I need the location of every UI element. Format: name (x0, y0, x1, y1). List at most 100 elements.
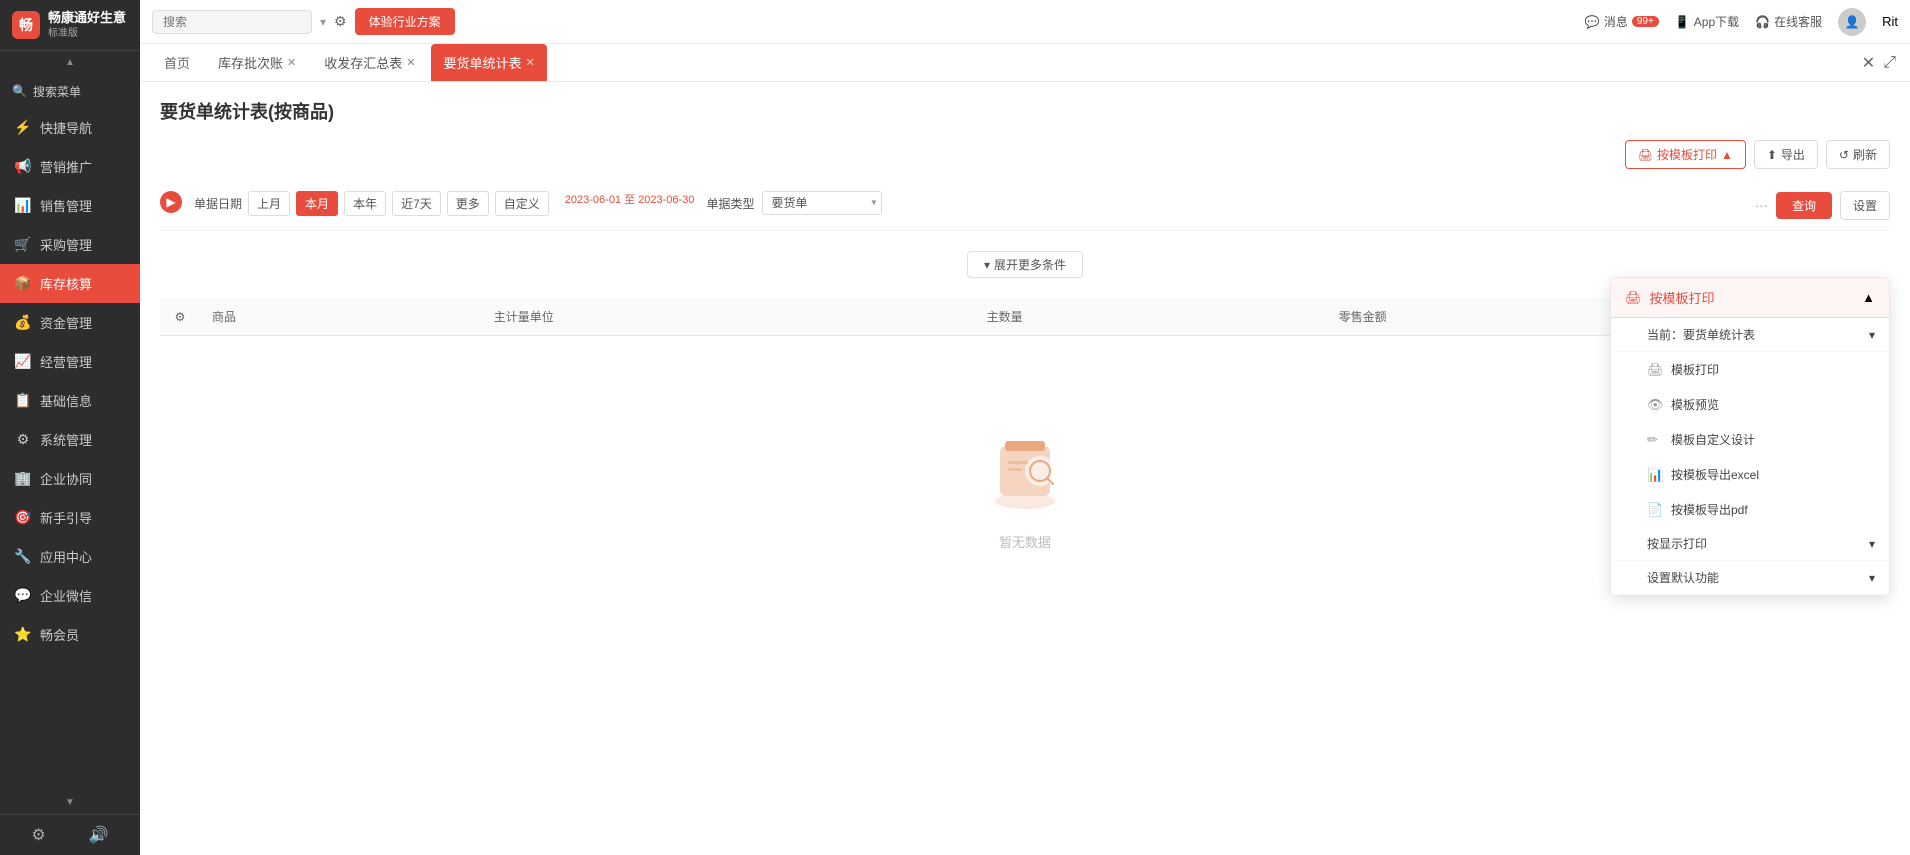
sidebar-item-basic[interactable]: 📋 基础信息 (0, 381, 140, 420)
operations-icon: 📈 (14, 353, 32, 370)
tab-home[interactable]: 首页 (152, 44, 202, 81)
dropdown-header[interactable]: 🖨 按模板打印 ▲ (1611, 278, 1889, 318)
date-this-year-btn[interactable]: 本年 (344, 191, 386, 216)
sidebar-item-inventory[interactable]: 📦 库存核算 (0, 264, 140, 303)
sidebar-item-app-center[interactable]: 🔧 应用中心 (0, 537, 140, 576)
type-select[interactable]: 要货单 (762, 191, 882, 215)
export-excel-icon: 📊 (1647, 467, 1663, 483)
tab-close-batch[interactable]: ✕ (287, 56, 296, 69)
topbar-right: 💬 消息 99+ 📱 App下载 🎧 在线客服 👤 Rit (1585, 8, 1898, 36)
date-range-text: 2023-06-01 至 2023-06-30 (565, 191, 695, 207)
query-btn[interactable]: 查询 (1776, 192, 1832, 219)
sidebar-scroll-up[interactable]: ▲ (0, 51, 140, 75)
date-more-btn[interactable]: 更多 (447, 191, 489, 216)
app-download-item[interactable]: 📱 App下载 (1675, 13, 1739, 30)
tab-order-stats[interactable]: 要货单统计表 ✕ (431, 44, 546, 81)
logo-text: 畅康通好生意 标准版 (48, 10, 126, 40)
operations-label: 经营管理 (40, 352, 92, 371)
tab-close-receipt[interactable]: ✕ (406, 56, 415, 69)
type-select-wrap: 要货单 (762, 191, 882, 215)
logo-title: 畅康通好生意 (48, 10, 126, 27)
dropdown-item-template-design[interactable]: ✏ 模板自定义设计 (1611, 422, 1889, 457)
settings-btn[interactable]: 设置 (1840, 191, 1890, 220)
display-print-label: 按显示打印 (1647, 535, 1707, 552)
dropdown-item-export-pdf[interactable]: 📄 按模板导出pdf (1611, 492, 1889, 527)
sidebar-scroll-down[interactable]: ▼ (0, 790, 140, 814)
finance-icon: 💰 (14, 314, 32, 331)
guide-icon: 🎯 (14, 509, 32, 526)
refresh-icon: ↺ (1839, 148, 1849, 162)
sidebar-item-finance[interactable]: 💰 资金管理 (0, 303, 140, 342)
sidebar-item-guide[interactable]: 🎯 新手引导 (0, 498, 140, 537)
logo-icon: 畅 (12, 11, 40, 39)
dropdown-item-template-preview[interactable]: 👁 模板预览 (1611, 387, 1889, 422)
sidebar: 畅 畅康通好生意 标准版 ▲ 🔍 搜索菜单 ⚡ 快捷导航 📢 营销推广 📊 销售… (0, 0, 140, 855)
dropdown-item-template-print[interactable]: 🖨 模板打印 (1611, 352, 1889, 387)
export-excel-label: 按模板导出excel (1671, 466, 1759, 483)
filter-right-group: ··· 查询 设置 (1755, 191, 1890, 220)
wecom-label: 企业微信 (40, 586, 92, 605)
print-btn[interactable]: 🖨 按模板打印 ▲ (1625, 140, 1746, 169)
sidebar-item-quick-nav[interactable]: ⚡ 快捷导航 (0, 108, 140, 147)
refresh-btn[interactable]: ↺ 刷新 (1826, 140, 1890, 169)
sidebar-item-member[interactable]: ⭐ 畅会员 (0, 615, 140, 654)
tab-close-order[interactable]: ✕ (526, 56, 535, 69)
sidebar-item-wecom[interactable]: 💬 企业微信 (0, 576, 140, 615)
sidebar-item-sales[interactable]: 📊 销售管理 (0, 186, 140, 225)
dropdown-current-section[interactable]: 当前：要货单统计表 ▾ (1611, 318, 1889, 352)
tab-batch-accounts[interactable]: 库存批次账 ✕ (206, 44, 308, 81)
filter-bar: ▶ 单据日期 上月 本月 本年 近7天 更多 自定义 2023-06-01 至 … (160, 181, 1890, 231)
col-quantity: 主数量 (975, 298, 1327, 336)
sidebar-item-purchase[interactable]: 🛒 采购管理 (0, 225, 140, 264)
sidebar-search[interactable]: 🔍 搜索菜单 (0, 75, 140, 108)
settings-footer-icon[interactable]: ⚙ (31, 825, 45, 845)
tab-close-all-btn[interactable]: ✕ (1860, 51, 1877, 75)
tab-receipt-summary[interactable]: 收发存汇总表 ✕ (312, 44, 427, 81)
receipt-summary-label: 收发存汇总表 (324, 53, 402, 72)
dropdown-menu: 🖨 按模板打印 ▲ 当前：要货单统计表 ▾ 🖨 模板打印 👁 模板预览 ✏ 模板… (1610, 277, 1890, 596)
trial-btn[interactable]: 体验行业方案 (355, 8, 455, 35)
template-print-icon: 🖨 (1647, 362, 1663, 378)
dropdown-display-print-section[interactable]: 按显示打印 ▾ (1611, 527, 1889, 561)
topbar-gear-icon[interactable]: ⚙ (334, 13, 347, 30)
service-item[interactable]: 🎧 在线客服 (1755, 13, 1822, 30)
topbar-search-input[interactable] (152, 10, 312, 34)
export-btn[interactable]: ⬆ 导出 (1754, 140, 1818, 169)
system-label: 系统管理 (40, 430, 92, 449)
date-custom-btn[interactable]: 自定义 (495, 191, 549, 216)
topbar-chevron-icon[interactable]: ▾ (320, 15, 326, 29)
tabs-right-controls: ✕ ⤢ (1860, 51, 1898, 75)
quick-nav-icon: ⚡ (14, 119, 32, 136)
template-preview-icon: 👁 (1647, 397, 1663, 413)
date-this-month-btn[interactable]: 本月 (296, 191, 338, 216)
topbar: ▾ ⚙ 体验行业方案 💬 消息 99+ 📱 App下载 🎧 在线客服 👤 Rit (140, 0, 1910, 44)
avatar[interactable]: 👤 (1838, 8, 1866, 36)
date-last-month-btn[interactable]: 上月 (248, 191, 290, 216)
main-area: ▾ ⚙ 体验行业方案 💬 消息 99+ 📱 App下载 🎧 在线客服 👤 Rit… (140, 0, 1910, 855)
date-last-7days-btn[interactable]: 近7天 (392, 191, 441, 216)
app-center-icon: 🔧 (14, 548, 32, 565)
purchase-icon: 🛒 (14, 236, 32, 253)
message-item[interactable]: 💬 消息 99+ (1585, 13, 1659, 30)
dropdown-default-function-section[interactable]: 设置默认功能 ▾ (1611, 561, 1889, 595)
sidebar-item-enterprise[interactable]: 🏢 企业协同 (0, 459, 140, 498)
display-print-chevron: ▾ (1869, 537, 1875, 551)
guide-label: 新手引导 (40, 508, 92, 527)
col-settings[interactable]: ⚙ (160, 298, 200, 336)
filter-expand-btn[interactable]: ▶ (160, 191, 182, 213)
dropdown-item-export-excel[interactable]: 📊 按模板导出excel (1611, 457, 1889, 492)
sound-footer-icon[interactable]: 🔊 (89, 825, 109, 845)
tab-maximize-btn[interactable]: ⤢ (1881, 52, 1898, 74)
date-filter-group: 单据日期 上月 本月 本年 近7天 更多 自定义 (194, 191, 549, 216)
expand-more-btn[interactable]: ▾ 展开更多条件 (967, 251, 1083, 278)
type-filter-label: 单据类型 (706, 195, 754, 212)
sidebar-item-system[interactable]: ⚙ 系统管理 (0, 420, 140, 459)
filter-dots-btn[interactable]: ··· (1755, 198, 1768, 213)
member-label: 畅会员 (40, 625, 79, 644)
app-icon: 📱 (1675, 15, 1690, 29)
sidebar-item-operations[interactable]: 📈 经营管理 (0, 342, 140, 381)
empty-text: 暂无数据 (999, 532, 1051, 551)
dropdown-current-label: 当前：要货单统计表 (1647, 326, 1755, 343)
sidebar-item-marketing[interactable]: 📢 营销推广 (0, 147, 140, 186)
default-function-label: 设置默认功能 (1647, 569, 1719, 586)
